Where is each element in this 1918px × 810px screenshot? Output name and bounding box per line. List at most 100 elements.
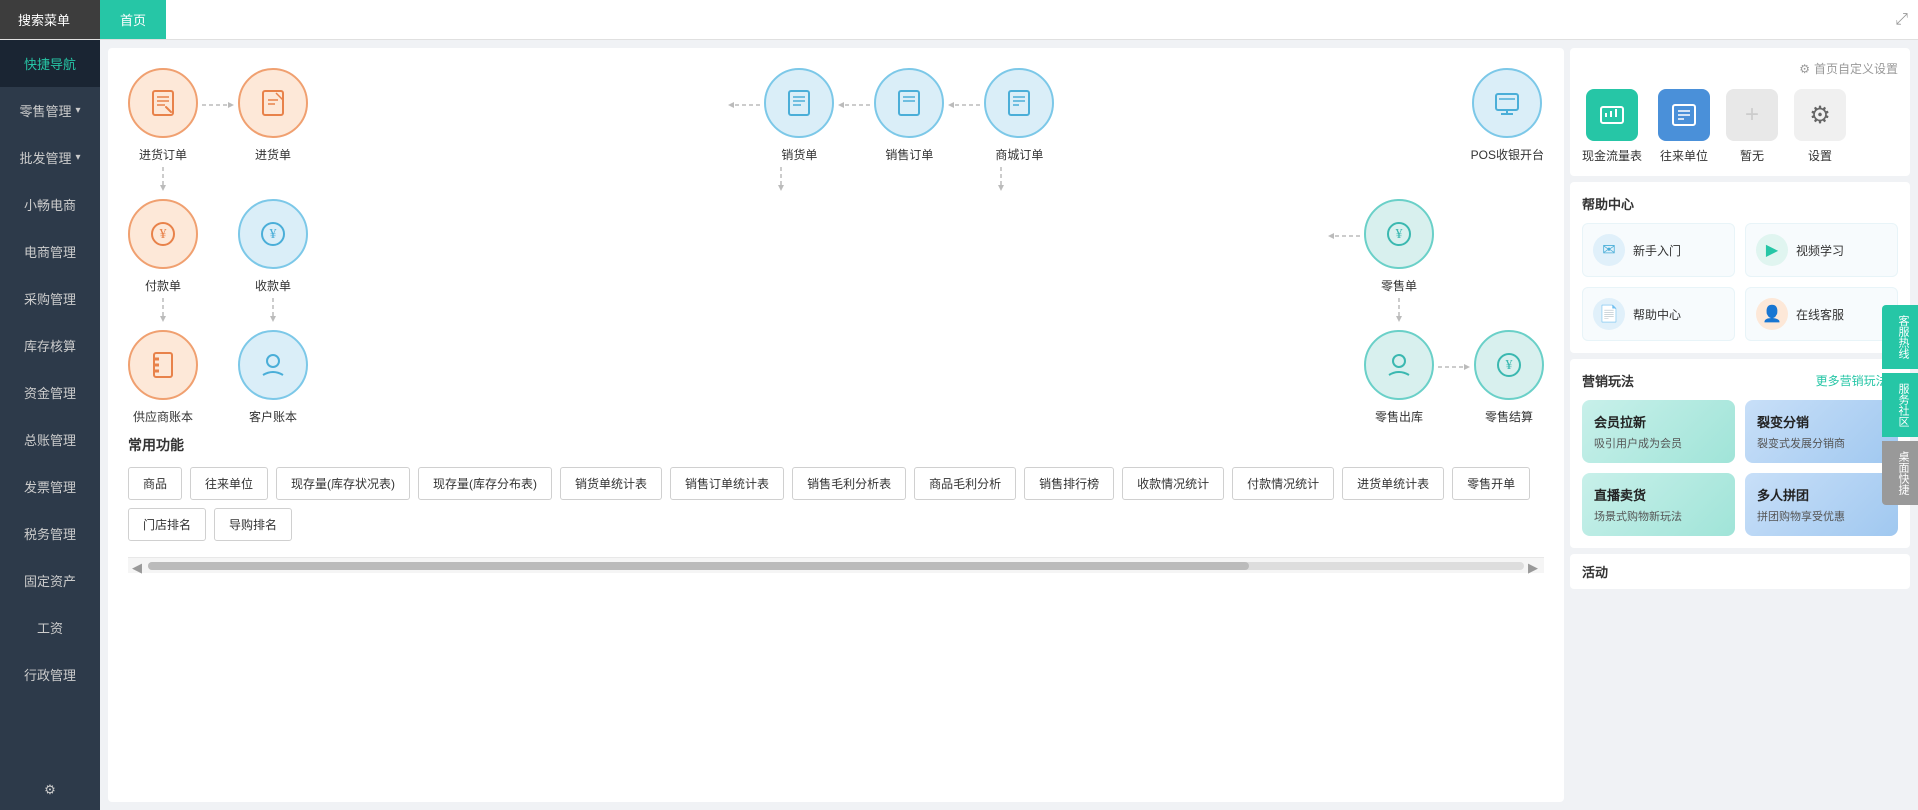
- gear-icon: ⚙: [1799, 62, 1810, 76]
- retail-settlement-label: 零售结算: [1485, 408, 1533, 425]
- scrollbar-thumb[interactable]: [148, 562, 1249, 570]
- sidebar-item-purchase[interactable]: 采购管理: [0, 275, 100, 322]
- quick-btn-stock-dist[interactable]: 现存量(库存分布表): [418, 467, 552, 500]
- sidebar-item-assets[interactable]: 固定资产: [0, 557, 100, 604]
- nav-icon-none-label: 暂无: [1740, 147, 1764, 164]
- arrow-down-6: [1392, 298, 1406, 322]
- partners-icon: [1658, 89, 1710, 141]
- nav-icon-none[interactable]: + 暂无: [1726, 89, 1778, 164]
- marketing-item-live[interactable]: 直播卖货 场景式购物新玩法: [1582, 473, 1735, 536]
- quick-btn-receipt-stats[interactable]: 收款情况统计: [1122, 467, 1224, 500]
- help-item-livechat[interactable]: 👤 在线客服: [1745, 287, 1898, 341]
- marketing-item-member[interactable]: 会员拉新 吸引用户成为会员: [1582, 400, 1735, 463]
- quick-btn-goods-gross[interactable]: 商品毛利分析: [914, 467, 1016, 500]
- quick-btn-payment-stats[interactable]: 付款情况统计: [1232, 467, 1334, 500]
- sidebar-item-ecommerce[interactable]: 电商管理: [0, 228, 100, 275]
- retail-order-label: 零售单: [1381, 277, 1417, 294]
- chevron-down-icon: ▾: [75, 105, 80, 116]
- group-desc: 拼团购物享受优惠: [1757, 508, 1886, 524]
- svg-text:¥: ¥: [270, 227, 277, 242]
- nav-icon-cashflow[interactable]: 现金流量表: [1582, 89, 1642, 164]
- quick-btn-stock-status[interactable]: 现存量(库存状况表): [276, 467, 410, 500]
- nav-icon-settings[interactable]: ⚙ 设置: [1794, 89, 1846, 164]
- payment-label: 付款单: [145, 277, 181, 294]
- nav-icon-partners[interactable]: 往来单位: [1658, 89, 1710, 164]
- none-icon: +: [1726, 89, 1778, 141]
- wf-pos[interactable]: POS收银开台: [1471, 68, 1544, 163]
- scrollbar-track[interactable]: [148, 562, 1524, 570]
- arrow-left-3: [946, 99, 982, 111]
- wf-retail-outstock[interactable]: 零售出库: [1364, 330, 1434, 425]
- marketing-item-group[interactable]: 多人拼团 拼团购物享受优惠: [1745, 473, 1898, 536]
- wf-retail-settlement[interactable]: ¥ 零售结算: [1474, 330, 1544, 425]
- mall-order-label: 商城订单: [995, 146, 1043, 163]
- retail-outstock-label: 零售出库: [1375, 408, 1423, 425]
- pos-icon: [1472, 68, 1542, 138]
- wf-payment[interactable]: ¥ 付款单: [128, 199, 198, 294]
- quick-btn-partners[interactable]: 往来单位: [190, 467, 268, 500]
- scroll-right-btn[interactable]: ▶: [1528, 560, 1540, 572]
- quick-btn-order-stats[interactable]: 销售订单统计表: [670, 467, 784, 500]
- quick-btn-goods[interactable]: 商品: [128, 467, 182, 500]
- expand-icon[interactable]: ⤢: [1895, 11, 1908, 29]
- sidebar-item-tax[interactable]: 税务管理: [0, 510, 100, 557]
- float-btn-hotline[interactable]: 客服热线: [1882, 305, 1918, 369]
- help-item-beginner[interactable]: ✉ 新手入门: [1582, 223, 1735, 277]
- member-title: 会员拉新: [1594, 412, 1723, 431]
- help-center-title: 帮助中心: [1582, 194, 1898, 213]
- cashflow-icon: [1586, 89, 1638, 141]
- float-btn-desktop[interactable]: 桌面快捷: [1882, 441, 1918, 505]
- wf-customer-ledger[interactable]: 客户账本: [238, 330, 308, 425]
- wf-purchase-order[interactable]: 进货订单: [128, 68, 198, 163]
- float-btn-community[interactable]: 服务社区: [1882, 373, 1918, 437]
- wf-receipt[interactable]: ¥ 收款单: [238, 199, 308, 294]
- customer-ledger-label: 客户账本: [249, 408, 297, 425]
- left-panel: 进货订单 进货单: [108, 48, 1564, 802]
- marketing-title: 营销玩法: [1582, 371, 1634, 390]
- sidebar-item-ledger[interactable]: 总账管理: [0, 416, 100, 463]
- wf-sales-bill[interactable]: 销货单: [764, 68, 834, 163]
- arrow-right-2: [1436, 361, 1472, 373]
- horizontal-scrollbar[interactable]: ◀ ▶: [128, 557, 1544, 573]
- wf-supplier-ledger[interactable]: 供应商账本: [128, 330, 198, 425]
- sidebar-item-inventory[interactable]: 库存核算: [0, 322, 100, 369]
- sidebar-item-xiaochangecom[interactable]: 小畅电商: [0, 181, 100, 228]
- sidebar-item-invoice[interactable]: 发票管理: [0, 463, 100, 510]
- retail-outstock-icon: [1364, 330, 1434, 400]
- wf-mall-order[interactable]: 商城订单: [984, 68, 1054, 163]
- sidebar-item-finance[interactable]: 资金管理: [0, 369, 100, 416]
- nav-icon-settings-label: 设置: [1808, 147, 1832, 164]
- quick-btn-gross-analysis[interactable]: 销售毛利分析表: [792, 467, 906, 500]
- quick-functions-title: 常用功能: [128, 435, 1544, 455]
- wf-purchase-bill[interactable]: 进货单: [238, 68, 308, 163]
- group-title: 多人拼团: [1757, 485, 1886, 504]
- sidebar-item-retail[interactable]: 零售管理 ▾: [0, 87, 100, 134]
- arrow-down-2: [774, 167, 788, 191]
- wf-sales-order[interactable]: 销售订单: [874, 68, 944, 163]
- sidebar-settings-button[interactable]: ⚙: [0, 770, 100, 810]
- quick-btn-sales-rank[interactable]: 销售排行榜: [1024, 467, 1114, 500]
- quick-btn-purchase-stats[interactable]: 进货单统计表: [1342, 467, 1444, 500]
- search-menu-button[interactable]: 搜索菜单: [0, 0, 100, 39]
- customize-link[interactable]: ⚙ 首页自定义设置: [1799, 60, 1898, 77]
- quick-btn-store-rank[interactable]: 门店排名: [128, 508, 206, 541]
- quick-btn-sales-stats[interactable]: 销货单统计表: [560, 467, 662, 500]
- sidebar-item-payroll[interactable]: 工资: [0, 604, 100, 651]
- marketing-grid: 会员拉新 吸引用户成为会员 裂变分销 裂变式发展分销商 直播卖货 场景式购物新玩…: [1582, 400, 1898, 536]
- helpcenter-label: 帮助中心: [1633, 306, 1681, 323]
- help-item-helpcenter[interactable]: 📄 帮助中心: [1582, 287, 1735, 341]
- sidebar-item-wholesale[interactable]: 批发管理 ▾: [0, 134, 100, 181]
- wf-retail-order[interactable]: ¥ 零售单: [1364, 199, 1434, 294]
- right-panel: ⚙ 首页自定义设置 现金流量表: [1570, 48, 1910, 802]
- supplier-ledger-icon: [128, 330, 198, 400]
- quick-btn-retail-order[interactable]: 零售开单: [1452, 467, 1530, 500]
- help-item-video[interactable]: ▶ 视频学习: [1745, 223, 1898, 277]
- scroll-left-btn[interactable]: ◀: [132, 560, 144, 572]
- quick-btn-guide-rank[interactable]: 导购排名: [214, 508, 292, 541]
- home-tab[interactable]: 首页: [100, 0, 166, 39]
- sidebar-item-quicknav[interactable]: 快捷导航: [0, 40, 100, 87]
- fission-title: 裂变分销: [1757, 412, 1886, 431]
- marketing-item-fission[interactable]: 裂变分销 裂变式发展分销商: [1745, 400, 1898, 463]
- sidebar-item-admin[interactable]: 行政管理: [0, 651, 100, 698]
- customer-ledger-icon: [238, 330, 308, 400]
